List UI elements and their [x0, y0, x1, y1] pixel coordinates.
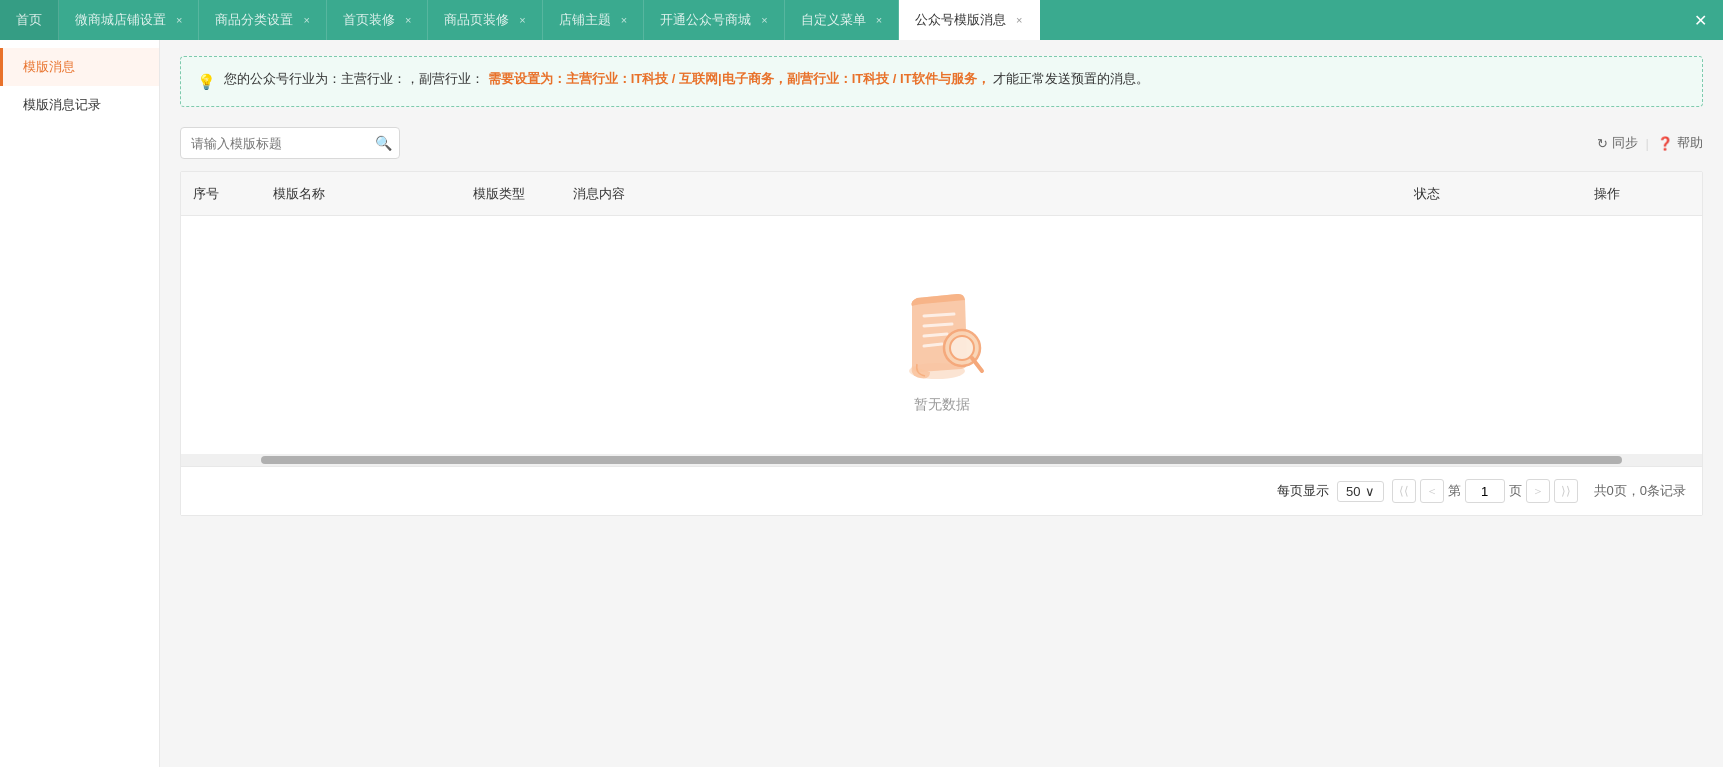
table-header: 序号 模版名称 模版类型 消息内容 状态 操作: [181, 172, 1702, 216]
search-wrapper: 🔍: [180, 127, 400, 159]
tab-close-1[interactable]: ×: [176, 14, 182, 26]
tab-bar-close-btn[interactable]: ✕: [1678, 11, 1723, 30]
empty-text: 暂无数据: [914, 396, 970, 414]
svg-line-3: [924, 334, 947, 336]
tab-close-7[interactable]: ×: [876, 14, 882, 26]
tab-label-8: 公众号模版消息: [915, 11, 1006, 29]
tab-bar: 首页微商城店铺设置 ×商品分类设置 ×首页装修 ×商品页装修 ×店铺主题 ×开通…: [0, 0, 1723, 40]
empty-state: 暂无数据: [181, 216, 1702, 454]
empty-state-icon: [882, 276, 1002, 396]
scrollbar-thumb[interactable]: [261, 456, 1622, 464]
col-header-action: 操作: [1582, 185, 1702, 203]
tab-label-3: 首页装修: [343, 11, 395, 29]
search-icon[interactable]: 🔍: [375, 135, 392, 151]
sync-icon: ↻: [1597, 136, 1608, 151]
tab-label-4: 商品页装修: [444, 11, 509, 29]
tab-item-3[interactable]: 首页装修 ×: [327, 0, 428, 40]
toolbar-right: ↻ 同步 | ❓ 帮助: [1597, 134, 1703, 152]
page-size-label: 每页显示: [1277, 482, 1329, 500]
tab-label-5: 店铺主题: [559, 11, 611, 29]
col-header-status: 状态: [1402, 185, 1582, 203]
svg-line-2: [924, 324, 952, 326]
page-suffix: 页: [1509, 482, 1522, 500]
pagination-nav: ⟨⟨ ＜ 第 页 ＞ ⟩⟩: [1392, 479, 1578, 503]
svg-line-1: [924, 314, 954, 316]
tab-label-1: 微商城店铺设置: [75, 11, 166, 29]
help-button[interactable]: ❓ 帮助: [1657, 134, 1703, 152]
search-bar: 🔍 ↻ 同步 | ❓ 帮助: [180, 127, 1703, 159]
bulb-icon: 💡: [197, 70, 216, 94]
col-header-seq: 序号: [181, 185, 261, 203]
dropdown-icon: ∨: [1365, 484, 1375, 499]
page-prev-btn[interactable]: ＜: [1420, 479, 1444, 503]
tab-label-0: 首页: [16, 11, 42, 29]
sidebar-item-1[interactable]: 模版消息记录: [0, 86, 159, 124]
horizontal-scrollbar[interactable]: [181, 454, 1702, 466]
tab-item-8[interactable]: 公众号模版消息 ×: [899, 0, 1039, 40]
col-header-type: 模版类型: [461, 185, 561, 203]
col-header-content: 消息内容: [561, 185, 1402, 203]
tab-item-2[interactable]: 商品分类设置 ×: [199, 0, 326, 40]
tab-close-3[interactable]: ×: [405, 14, 411, 26]
sync-button[interactable]: ↻ 同步: [1597, 134, 1638, 152]
tab-close-2[interactable]: ×: [303, 14, 309, 26]
tab-item-4[interactable]: 商品页装修 ×: [428, 0, 542, 40]
tab-close-4[interactable]: ×: [519, 14, 525, 26]
page-current-label: 第: [1448, 482, 1461, 500]
tab-close-5[interactable]: ×: [621, 14, 627, 26]
sidebar: 模版消息模版消息记录: [0, 40, 160, 767]
tab-item-5[interactable]: 店铺主题 ×: [543, 0, 644, 40]
tab-label-7: 自定义菜单: [801, 11, 866, 29]
page-total: 共0页，0条记录: [1594, 482, 1686, 500]
pagination: 每页显示 50 ∨ ⟨⟨ ＜ 第 页 ＞ ⟩⟩ 共0页，0条记录: [181, 466, 1702, 515]
main-layout: 模版消息模版消息记录 💡 您的公众号行业为：主营行业：，副营行业： 需要设置为：…: [0, 40, 1723, 767]
search-input[interactable]: [180, 127, 400, 159]
info-banner: 💡 您的公众号行业为：主营行业：，副营行业： 需要设置为：主营行业：IT科技 /…: [180, 56, 1703, 107]
col-header-name: 模版名称: [261, 185, 461, 203]
page-next-btn[interactable]: ＞: [1526, 479, 1550, 503]
data-table: 序号 模版名称 模版类型 消息内容 状态 操作: [180, 171, 1703, 516]
tab-label-2: 商品分类设置: [215, 11, 293, 29]
svg-line-4: [924, 344, 942, 346]
tab-close-6[interactable]: ×: [761, 14, 767, 26]
page-size-select[interactable]: 50 ∨: [1337, 481, 1383, 502]
main-content: 💡 您的公众号行业为：主营行业：，副营行业： 需要设置为：主营行业：IT科技 /…: [160, 40, 1723, 767]
sidebar-item-0[interactable]: 模版消息: [0, 48, 159, 86]
tab-item-7[interactable]: 自定义菜单 ×: [785, 0, 899, 40]
tab-item-6[interactable]: 开通公众号商城 ×: [644, 0, 784, 40]
tab-item-0[interactable]: 首页: [0, 0, 59, 40]
tab-item-1[interactable]: 微商城店铺设置 ×: [59, 0, 199, 40]
toolbar-divider: |: [1646, 136, 1649, 151]
banner-text: 您的公众号行业为：主营行业：，副营行业： 需要设置为：主营行业：IT科技 / 互…: [224, 69, 1149, 90]
page-last-btn[interactable]: ⟩⟩: [1554, 479, 1578, 503]
help-icon: ❓: [1657, 136, 1673, 151]
page-first-btn[interactable]: ⟨⟨: [1392, 479, 1416, 503]
tab-close-8[interactable]: ×: [1016, 14, 1022, 26]
tab-label-6: 开通公众号商城: [660, 11, 751, 29]
page-number-input[interactable]: [1465, 479, 1505, 503]
